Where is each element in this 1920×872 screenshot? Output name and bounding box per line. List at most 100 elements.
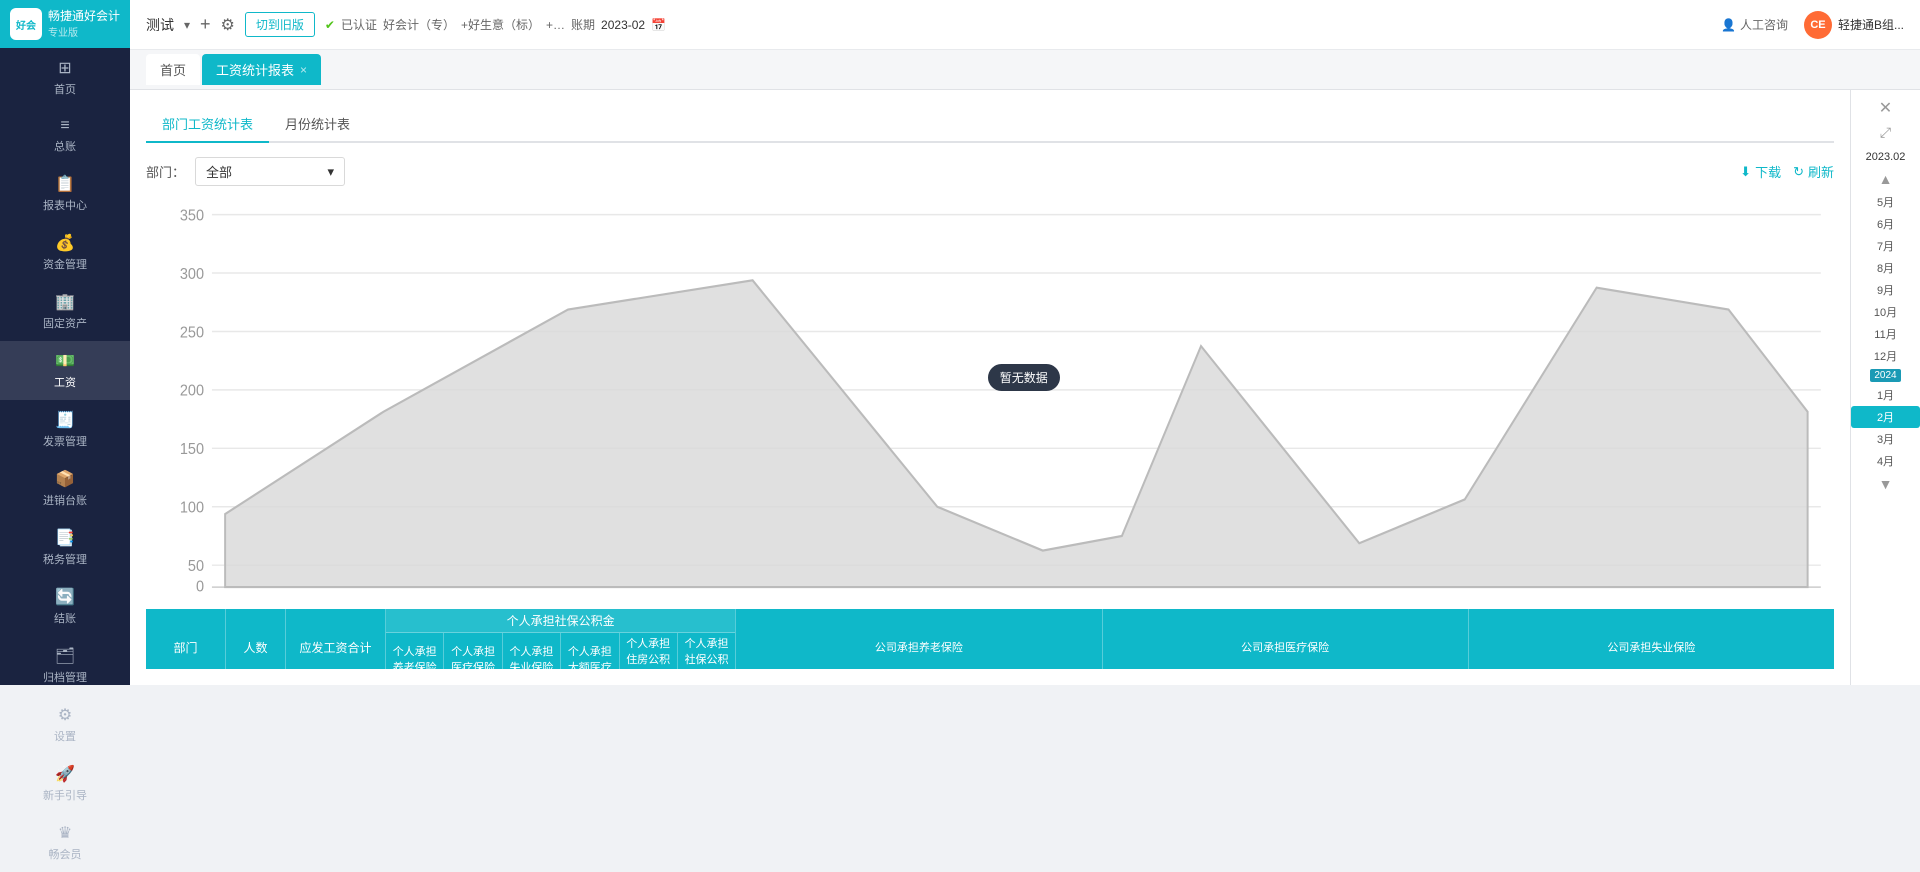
th-pension: 个人承担养老保险 bbox=[386, 633, 444, 685]
svg-text:350: 350 bbox=[180, 207, 204, 225]
period-label: 账期 bbox=[571, 16, 595, 33]
sidebar-item-close[interactable]: 🔄 结账 bbox=[0, 577, 130, 636]
svg-text:0: 0 bbox=[196, 578, 204, 596]
settings-icon: ⚙ bbox=[58, 705, 72, 725]
panel-scroll-down[interactable]: ▼ bbox=[1879, 476, 1893, 492]
period-value: 2023-02 bbox=[601, 18, 645, 32]
sidebar-item-ledger[interactable]: ≡ 总账 bbox=[0, 107, 130, 164]
sidebar-item-invoice[interactable]: 🧾 发票管理 bbox=[0, 400, 130, 459]
invoice-icon: 🧾 bbox=[55, 410, 75, 430]
help-button[interactable]: 👤 人工咨询 bbox=[1721, 16, 1788, 33]
certified-label: 已认证 bbox=[341, 16, 377, 33]
reports-icon: 📋 bbox=[55, 174, 75, 194]
th-medical: 个人承担医疗保险 bbox=[444, 633, 502, 685]
home-icon: ⊞ bbox=[58, 58, 71, 78]
panel-month-7[interactable]: 7月 bbox=[1851, 235, 1920, 257]
sidebar-item-settings[interactable]: ⚙ 设置 bbox=[0, 695, 130, 754]
panel-month-6[interactable]: 6月 bbox=[1851, 213, 1920, 235]
table-header: 部门 人数 应发工资合计 个人承担社保公积金 bbox=[146, 609, 1834, 669]
right-panel: ✕ ⤢ 2023.02 ▲ 5月 6月 7月 8月 9月 10月 11月 12月… bbox=[1850, 90, 1920, 685]
sidebar-item-newbie[interactable]: 🚀 新手引导 bbox=[0, 754, 130, 813]
refresh-icon: ↻ bbox=[1793, 164, 1804, 180]
tax-icon: 📑 bbox=[55, 528, 75, 548]
svg-text:50: 50 bbox=[188, 557, 204, 575]
download-button[interactable]: ⬇ 下载 bbox=[1740, 162, 1781, 181]
sidebar-item-reports[interactable]: 📋 报表中心 bbox=[0, 164, 130, 223]
sidebar-item-archive[interactable]: 🗂 归档管理 bbox=[0, 636, 130, 695]
panel-month-8[interactable]: 8月 bbox=[1851, 257, 1920, 279]
dept-select[interactable]: 全部 ▾ bbox=[195, 157, 345, 186]
panel-month-1[interactable]: 1月 bbox=[1851, 384, 1920, 406]
main-content: 测试 ▾ + ⚙ 切到旧版 ✔ 已认证 好会计（专） +好生意（标） +… 账期… bbox=[130, 0, 1920, 685]
th-company-pension: 公司承担养老保险 bbox=[736, 609, 1102, 685]
sidebar-item-tax[interactable]: 📑 税务管理 bbox=[0, 518, 130, 577]
member-icon: ♛ bbox=[58, 823, 72, 843]
panel-month-11[interactable]: 11月 bbox=[1851, 323, 1920, 345]
funds-icon: 💰 bbox=[55, 233, 75, 253]
panel-close-button[interactable]: ✕ bbox=[1879, 98, 1892, 118]
tab-home[interactable]: 首页 bbox=[146, 54, 200, 85]
certified-icon: ✔ bbox=[325, 18, 335, 32]
gear-button[interactable]: ⚙ bbox=[221, 15, 235, 35]
user-menu[interactable]: CE 轻捷通B组... bbox=[1804, 11, 1904, 39]
status-bar: ✔ 已认证 好会计（专） +好生意（标） +… 账期 2023-02 📅 bbox=[325, 16, 666, 33]
th-headcount: 人数 bbox=[226, 609, 286, 685]
add-button[interactable]: + bbox=[200, 14, 211, 35]
th-individual-total: 个人承担社保公积金合计 bbox=[678, 633, 735, 685]
th-housing-fund: 个人承担住房公积金 bbox=[620, 633, 678, 685]
sub-tabs: 部门工资统计表 月份统计表 bbox=[146, 106, 1834, 143]
sidebar-item-salary[interactable]: 💵 工资 bbox=[0, 341, 130, 400]
panel-month-12[interactable]: 12月 bbox=[1851, 345, 1920, 367]
sidebar-item-home[interactable]: ⊞ 首页 bbox=[0, 48, 130, 107]
close-period-icon: 🔄 bbox=[55, 587, 75, 607]
project-dropdown[interactable]: ▾ bbox=[184, 18, 190, 32]
project-title: 测试 bbox=[146, 15, 174, 35]
panel-expand-button[interactable]: ⤢ bbox=[1880, 124, 1891, 141]
svg-text:300: 300 bbox=[180, 265, 204, 283]
calendar-icon[interactable]: 📅 bbox=[651, 18, 666, 32]
more-status: +… bbox=[546, 18, 565, 32]
tabbar: 首页 工资统计报表 × bbox=[130, 50, 1920, 90]
newbie-icon: 🚀 bbox=[55, 764, 75, 784]
th-company-medical: 公司承担医疗保险 bbox=[1103, 609, 1469, 685]
panel-month-3[interactable]: 3月 bbox=[1851, 428, 1920, 450]
th-group-individual: 个人承担社保公积金 bbox=[386, 609, 735, 633]
panel-month-5[interactable]: 5月 bbox=[1851, 191, 1920, 213]
refresh-button[interactable]: ↻ 刷新 bbox=[1793, 162, 1834, 181]
panel-month-10[interactable]: 10月 bbox=[1851, 301, 1920, 323]
switch-version-button[interactable]: 切到旧版 bbox=[245, 12, 315, 37]
sidebar: 好会 畅捷通好会计 专业版 ⊞ 首页 ≡ 总账 📋 报表中心 💰 资金管理 🏢 … bbox=[0, 0, 130, 685]
panel-month-2[interactable]: 2月 bbox=[1851, 406, 1920, 428]
tab-close-icon[interactable]: × bbox=[300, 63, 307, 77]
svg-text:250: 250 bbox=[180, 324, 204, 342]
sidebar-item-member[interactable]: ♛ 畅会员 bbox=[0, 813, 130, 872]
panel-month-4[interactable]: 4月 bbox=[1851, 450, 1920, 472]
sub-tab-dept[interactable]: 部门工资统计表 bbox=[146, 106, 269, 143]
avatar: CE bbox=[1804, 11, 1832, 39]
topbar-right: 👤 人工咨询 CE 轻捷通B组... bbox=[1721, 11, 1904, 39]
account-type: 好会计（专） bbox=[383, 16, 455, 33]
sidebar-item-funds[interactable]: 💰 资金管理 bbox=[0, 223, 130, 282]
sidebar-logo: 好会 畅捷通好会计 专业版 bbox=[0, 0, 130, 48]
tab-salary-report[interactable]: 工资统计报表 × bbox=[202, 54, 321, 85]
sub-tab-monthly[interactable]: 月份统计表 bbox=[269, 106, 366, 143]
panel-scroll-up[interactable]: ▲ bbox=[1879, 171, 1893, 187]
year-badge-2024: 2024 bbox=[1870, 369, 1900, 382]
th-major-medical: 个人承担大额医疗 bbox=[561, 633, 619, 685]
panel-month-9[interactable]: 9月 bbox=[1851, 279, 1920, 301]
dept-label: 部门： bbox=[146, 162, 185, 181]
svg-text:150: 150 bbox=[180, 441, 204, 459]
logo-text: 畅捷通好会计 专业版 bbox=[48, 9, 120, 40]
panel-date: 2023.02 bbox=[1866, 151, 1906, 163]
th-unemployment: 个人承担失业保险 bbox=[503, 633, 561, 685]
topbar: 测试 ▾ + ⚙ 切到旧版 ✔ 已认证 好会计（专） +好生意（标） +… 账期… bbox=[130, 0, 1920, 50]
sidebar-item-purchases[interactable]: 📦 进销台账 bbox=[0, 459, 130, 518]
toolbar-right: ⬇ 下载 ↻ 刷新 bbox=[1740, 162, 1834, 181]
th-company-unemployment: 公司承担失业保险 bbox=[1469, 609, 1834, 685]
content-area: 部门工资统计表 月份统计表 部门： 全部 ▾ ⬇ bbox=[130, 90, 1920, 685]
download-icon: ⬇ bbox=[1740, 164, 1751, 180]
sidebar-item-assets[interactable]: 🏢 固定资产 bbox=[0, 282, 130, 341]
salary-icon: 💵 bbox=[55, 351, 75, 371]
chart-svg: 350 300 250 200 150 100 50 0 bbox=[146, 200, 1834, 609]
ledger-icon: ≡ bbox=[60, 117, 69, 135]
